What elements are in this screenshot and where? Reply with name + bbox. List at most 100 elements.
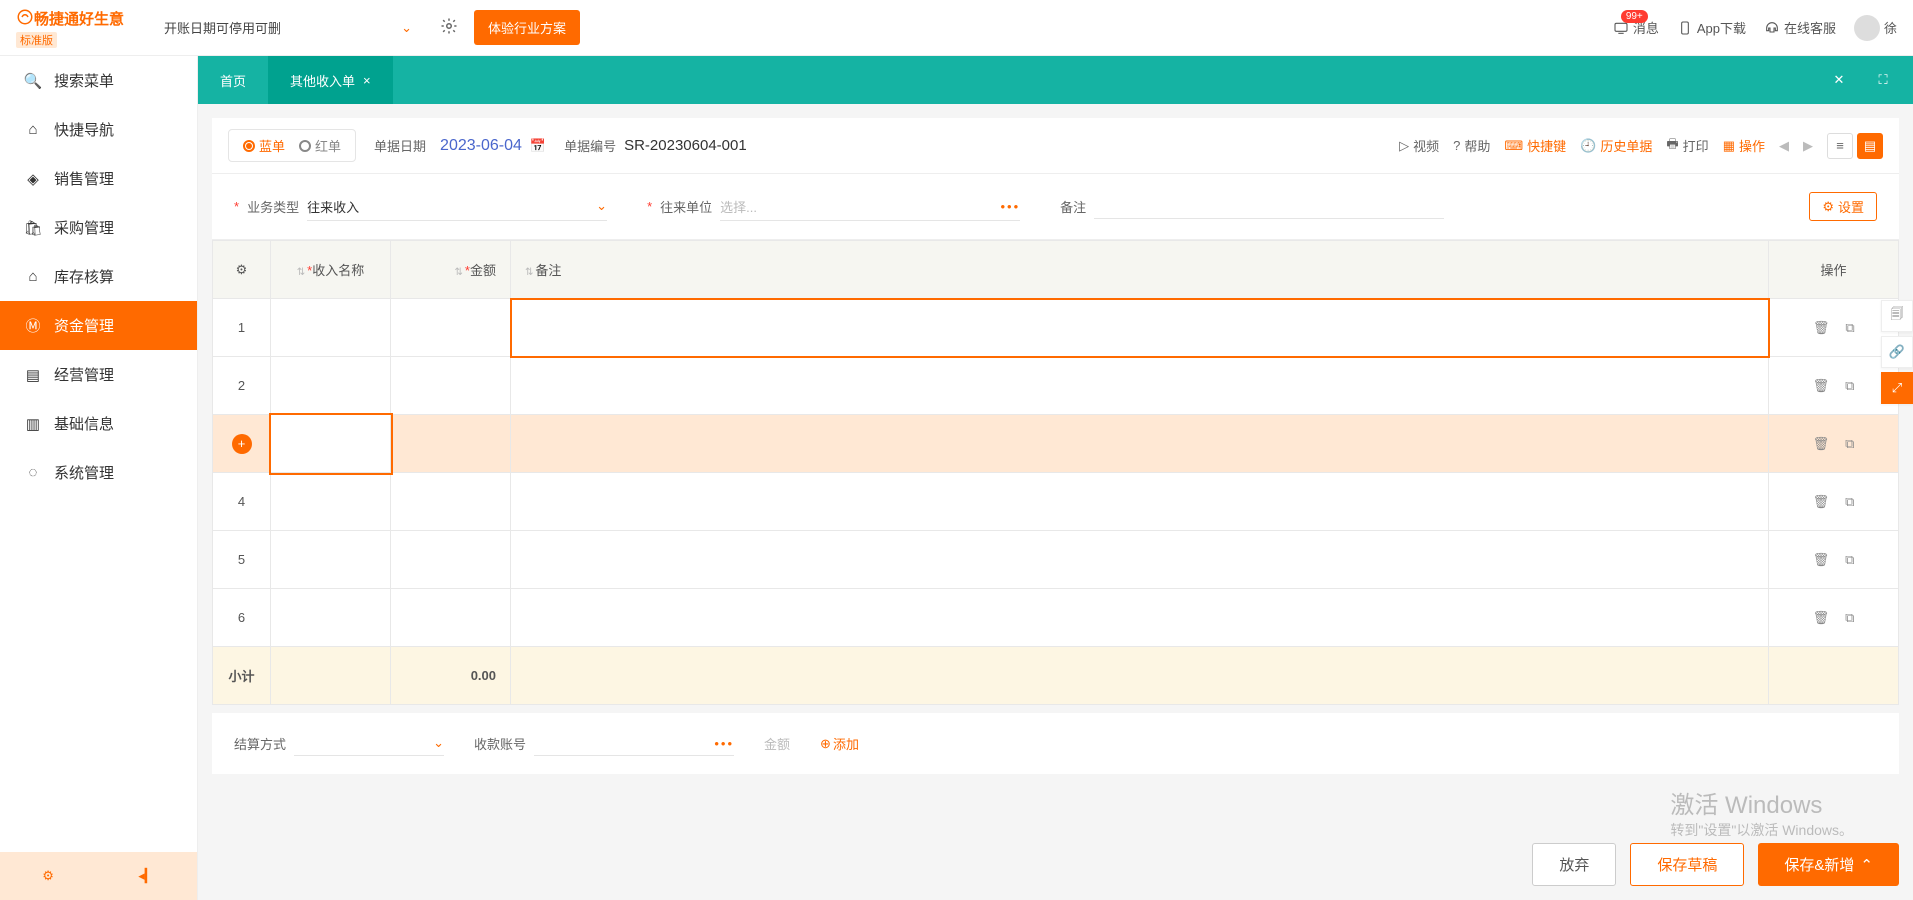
sidebar-item-quicknav[interactable]: ⌂快捷导航 (0, 105, 197, 154)
view-list[interactable]: ≡ (1827, 133, 1853, 159)
delete-icon[interactable]: 🗑 (1813, 320, 1830, 336)
edition-badge: 标准版 (16, 32, 57, 48)
col-settings[interactable]: ⚙ (213, 241, 271, 299)
collapse-icon[interactable]: ◂▎ (138, 868, 155, 884)
table-row[interactable]: 4 🗑 ⧉ (213, 473, 1899, 531)
app-download-button[interactable]: App下载 (1677, 18, 1746, 37)
cell-amount[interactable] (391, 589, 511, 647)
cta-button[interactable]: 体验行业方案 (474, 10, 580, 45)
save-new-button[interactable]: 保存&新增 ⌃ (1758, 843, 1899, 886)
user-menu[interactable]: 徐 (1854, 15, 1897, 41)
messages-button[interactable]: 99+ 消息 (1613, 18, 1659, 37)
tab-other-income[interactable]: 其他收入单 × (268, 56, 393, 104)
video-link[interactable]: ▷视频 (1399, 136, 1439, 155)
copy-icon[interactable]: ⧉ (1845, 320, 1854, 336)
sidebar-item-baseinfo[interactable]: ▥基础信息 (0, 399, 197, 448)
cell-amount[interactable] (391, 415, 511, 473)
cell-amount[interactable] (391, 357, 511, 415)
settings-button[interactable]: ⚙ 设置 (1809, 192, 1877, 221)
sidebar-item-management[interactable]: ▤经营管理 (0, 350, 197, 399)
table-row[interactable]: 1 🗑⧉ (213, 299, 1899, 357)
delete-icon[interactable]: 🗑 (1813, 436, 1830, 452)
action-footer: 放弃 保存草稿 保存&新增 ⌃ (1532, 843, 1899, 886)
online-service-button[interactable]: 在线客服 (1764, 18, 1836, 37)
cell-income[interactable] (271, 415, 391, 473)
copy-icon[interactable]: ⧉ (1845, 610, 1854, 626)
tab-close-all[interactable]: ✕ (1821, 62, 1857, 98)
account-dropdown[interactable]: 开账日期可停用可删 ⌄ (164, 18, 424, 37)
tab-home[interactable]: 首页 (198, 56, 268, 104)
prev-icon[interactable]: ◀ (1779, 138, 1789, 154)
help-link[interactable]: ?帮助 (1453, 136, 1490, 155)
cell-amount[interactable] (391, 299, 511, 357)
cell-note[interactable] (511, 531, 1769, 589)
sidebar-item-finance[interactable]: Ⓜ资金管理 (0, 301, 197, 350)
close-icon[interactable]: × (363, 73, 371, 88)
col-amount[interactable]: ⇅*金额 (391, 241, 511, 299)
biz-type-select[interactable]: 往来收入 ⌄ (307, 193, 607, 221)
gear-icon[interactable] (440, 17, 458, 38)
settle-method-select[interactable]: ⌄ (294, 731, 444, 756)
delete-icon[interactable]: 🗑 (1813, 552, 1830, 568)
table-row-add[interactable]: + 🗑 ⧉ (213, 415, 1899, 473)
doc-date-value[interactable]: 2023-06-04 (440, 137, 522, 155)
fullscreen-icon[interactable]: ⛶ (1865, 62, 1901, 98)
partner-select[interactable]: 选择... ••• (720, 193, 1020, 221)
cell-note[interactable] (511, 415, 1769, 473)
account-dropdown-label: 开账日期可停用可删 (164, 18, 281, 37)
delete-icon[interactable]: 🗑 (1813, 610, 1830, 626)
delete-icon[interactable]: 🗑 (1813, 494, 1830, 510)
cell-amount[interactable] (391, 473, 511, 531)
sidebar-item-inventory[interactable]: ⌂库存核算 (0, 252, 197, 301)
view-detail[interactable]: ▤ (1857, 133, 1883, 159)
remark-input[interactable] (1094, 195, 1444, 219)
discard-button[interactable]: 放弃 (1532, 843, 1616, 886)
cell-income[interactable] (271, 473, 391, 531)
table-row[interactable]: 5 🗑⧉ (213, 531, 1899, 589)
cell-income[interactable] (271, 357, 391, 415)
delete-icon[interactable]: 🗑 (1813, 378, 1830, 394)
shortcut-link[interactable]: ⌨快捷键 (1504, 136, 1566, 155)
rail-expand-icon[interactable]: ⤢ (1881, 372, 1913, 404)
col-income[interactable]: ⇅*收入名称 (271, 241, 391, 299)
cell-amount[interactable] (391, 531, 511, 589)
rail-note-icon[interactable]: 🗐 (1881, 300, 1913, 332)
radio-blue[interactable]: 蓝单 (243, 136, 285, 155)
header: 畅捷通好生意 标准版 开账日期可停用可删 ⌄ 体验行业方案 99+ 消息 App… (0, 0, 1913, 56)
radio-label: 红单 (315, 136, 341, 155)
cell-income[interactable] (271, 299, 391, 357)
save-draft-button[interactable]: 保存草稿 (1630, 843, 1744, 886)
sidebar-item-purchase[interactable]: 🛍采购管理 (0, 203, 197, 252)
cell-note[interactable] (511, 357, 1769, 415)
copy-icon[interactable]: ⧉ (1845, 552, 1854, 568)
cell-note[interactable] (511, 299, 1769, 357)
sidebar-item-system[interactable]: ◌系统管理 (0, 448, 197, 497)
cell-note[interactable] (511, 473, 1769, 531)
sidebar-item-sales[interactable]: ◈销售管理 (0, 154, 197, 203)
cell-income[interactable] (271, 589, 391, 647)
row-index: 2 (213, 357, 271, 415)
account-select[interactable]: ••• (534, 732, 734, 756)
copy-icon[interactable]: ⧉ (1845, 378, 1854, 394)
cell-income[interactable] (271, 531, 391, 589)
copy-icon[interactable]: ⧉ (1845, 436, 1854, 452)
calendar-icon[interactable]: 📅 (530, 138, 546, 154)
add-row-icon[interactable]: + (232, 434, 252, 454)
table-row[interactable]: 6 🗑⧉ (213, 589, 1899, 647)
search-icon: 🔍 (24, 72, 42, 90)
print-link[interactable]: 🖶打印 (1666, 135, 1708, 157)
cell-note[interactable] (511, 589, 1769, 647)
history-link[interactable]: 🕘历史单据 (1580, 136, 1652, 155)
row-index: 4 (213, 473, 271, 531)
copy-icon[interactable]: ⧉ (1845, 494, 1854, 510)
rail-link-icon[interactable]: 🔗 (1881, 336, 1913, 368)
sidebar-footer: ⚙ ◂▎ (0, 852, 197, 900)
sidebar-item-search[interactable]: 🔍搜索菜单 (0, 56, 197, 105)
col-note[interactable]: ⇅备注 (511, 241, 1769, 299)
footer-gear-icon[interactable]: ⚙ (42, 868, 54, 884)
next-icon[interactable]: ▶ (1803, 138, 1813, 154)
table-row[interactable]: 2 🗑 ⧉ (213, 357, 1899, 415)
radio-red[interactable]: 红单 (299, 136, 341, 155)
operate-link[interactable]: ▦操作 (1723, 136, 1765, 155)
add-settlement-button[interactable]: ⊕ 添加 (820, 734, 859, 753)
